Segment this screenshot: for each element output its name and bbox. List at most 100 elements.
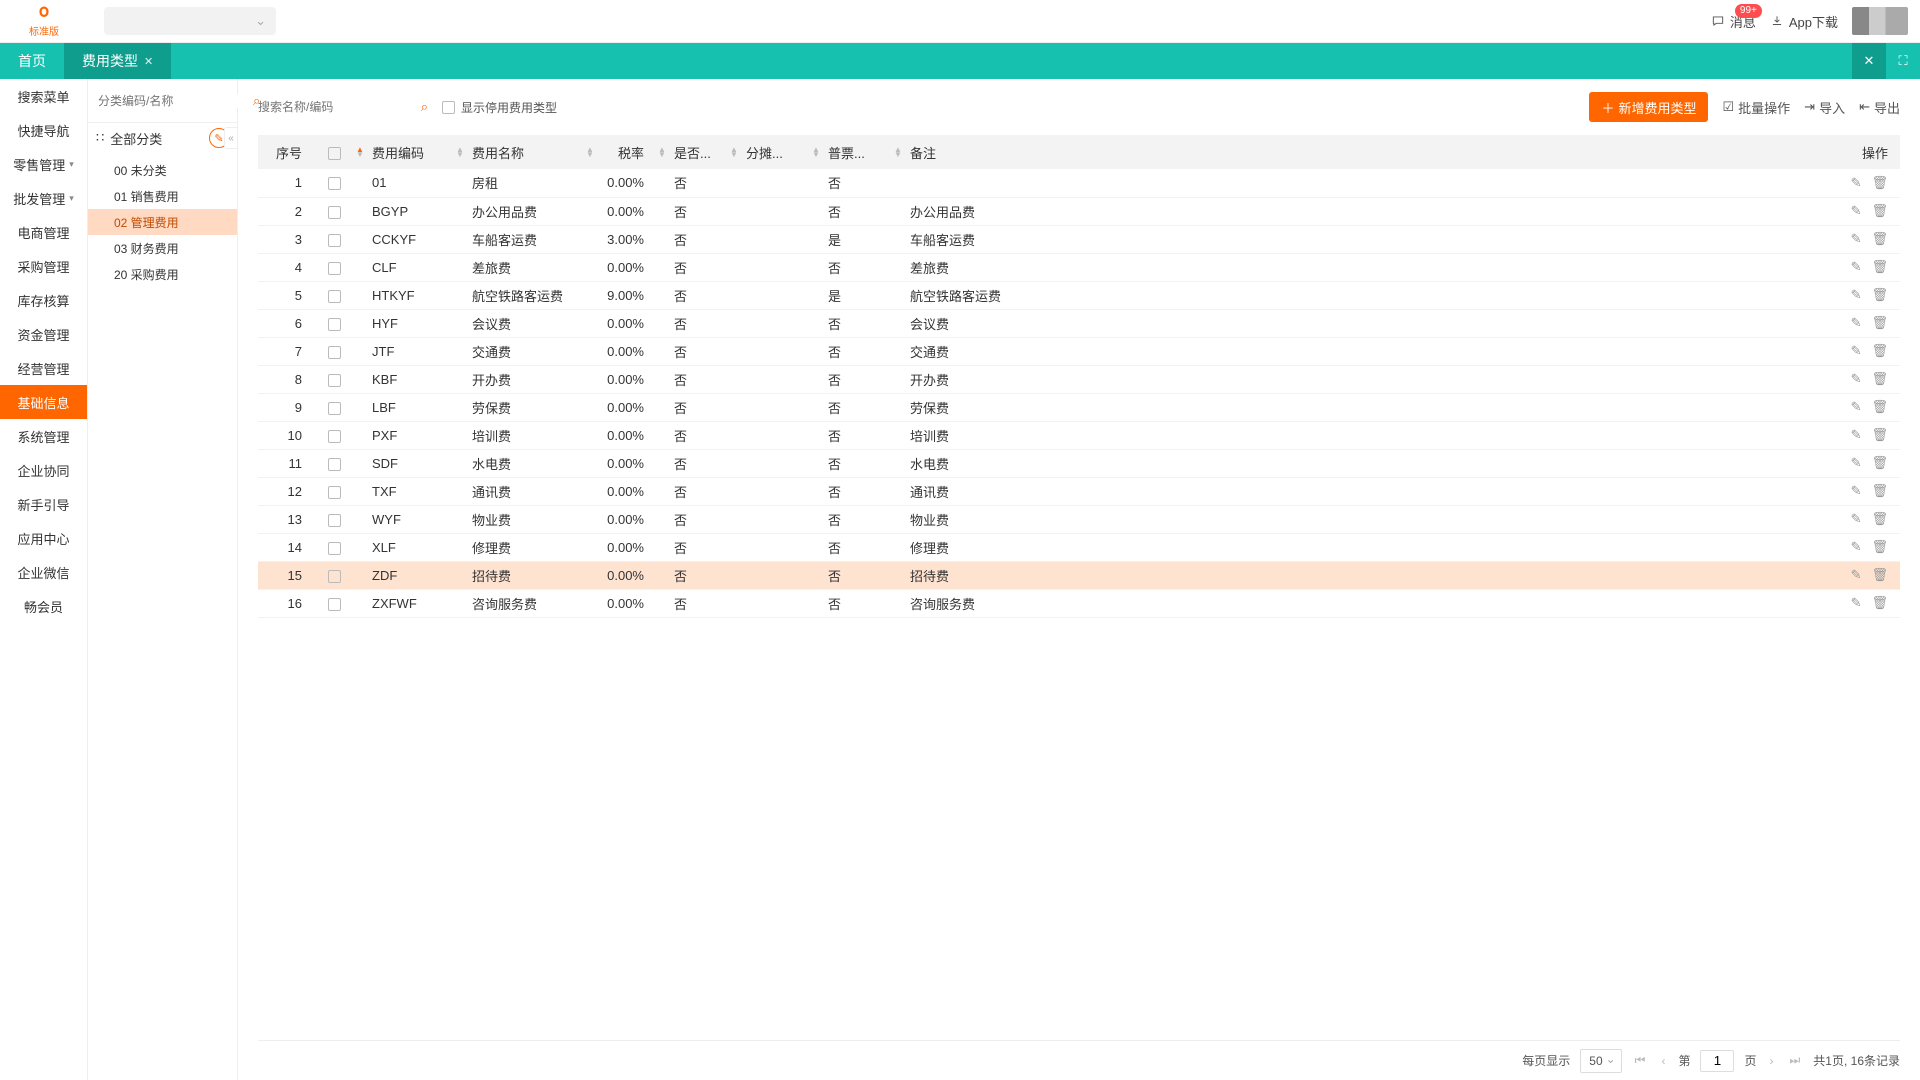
delete-icon[interactable]: 🗑	[1871, 203, 1888, 218]
show-disabled-toggle[interactable]: 显示停用费用类型	[442, 99, 557, 116]
edit-icon[interactable]: ✎	[1851, 315, 1862, 330]
table-row[interactable]: 101房租0.00%否否✎🗑	[258, 169, 1900, 197]
delete-icon[interactable]: 🗑	[1871, 427, 1888, 442]
delete-icon[interactable]: 🗑	[1871, 259, 1888, 274]
edit-icon[interactable]: ✎	[1851, 483, 1862, 498]
table-row[interactable]: 7JTF交通费0.00%否否交通费✎🗑	[258, 337, 1900, 365]
sidebar-item[interactable]: 快捷导航	[0, 113, 87, 147]
table-row[interactable]: 5HTKYF航空铁路客运费9.00%否是航空铁路客运费✎🗑	[258, 281, 1900, 309]
table-row[interactable]: 12TXF通讯费0.00%否否通讯费✎🗑	[258, 477, 1900, 505]
col-isx[interactable]: ▲▼是否...	[656, 135, 728, 169]
search-icon[interactable]: ⌕	[421, 99, 428, 115]
delete-icon[interactable]: 🗑	[1871, 539, 1888, 554]
sidebar-item[interactable]: 企业微信	[0, 555, 87, 589]
cell-checkbox[interactable]	[314, 309, 354, 337]
table-row[interactable]: 2BGYP办公用品费0.00%否否办公用品费✎🗑	[258, 197, 1900, 225]
col-code[interactable]: ▲▼费用编码	[354, 135, 454, 169]
edit-icon[interactable]: ✎	[1851, 455, 1862, 470]
delete-icon[interactable]: 🗑	[1871, 231, 1888, 246]
edit-icon[interactable]: ✎	[1851, 259, 1862, 274]
pager-last-button[interactable]: ⏭	[1786, 1053, 1803, 1068]
sidebar-item[interactable]: 系统管理	[0, 419, 87, 453]
cell-checkbox[interactable]	[314, 393, 354, 421]
close-icon[interactable]: ✕	[144, 55, 153, 68]
messages-button[interactable]: 消息 99+	[1711, 12, 1756, 31]
edit-icon[interactable]: ✎	[1851, 231, 1862, 246]
col-inv[interactable]: ▲▼普票...	[810, 135, 892, 169]
category-all[interactable]: ∷ 全部分类 ✎	[88, 123, 237, 153]
sidebar-item[interactable]: 应用中心	[0, 521, 87, 555]
edit-icon[interactable]: ✎	[1851, 427, 1862, 442]
cell-checkbox[interactable]	[314, 533, 354, 561]
cell-checkbox[interactable]	[314, 337, 354, 365]
cell-checkbox[interactable]	[314, 225, 354, 253]
sidebar-item[interactable]: 资金管理	[0, 317, 87, 351]
cell-checkbox[interactable]	[314, 365, 354, 393]
category-search-input[interactable]	[98, 94, 253, 108]
search-icon[interactable]: ⌕	[253, 93, 260, 109]
sidebar-item[interactable]: 经营管理	[0, 351, 87, 385]
batch-action-button[interactable]: ☑ 批量操作	[1722, 98, 1790, 117]
pager-page-input[interactable]	[1700, 1050, 1734, 1072]
cell-checkbox[interactable]	[314, 197, 354, 225]
cell-checkbox[interactable]	[314, 449, 354, 477]
table-row[interactable]: 11SDF水电费0.00%否否水电费✎🗑	[258, 449, 1900, 477]
delete-icon[interactable]: 🗑	[1871, 455, 1888, 470]
table-row[interactable]: 8KBF开办费0.00%否否开办费✎🗑	[258, 365, 1900, 393]
col-note[interactable]: ▲▼备注	[892, 135, 1810, 169]
col-seq[interactable]: 序号	[258, 135, 314, 169]
tab-fee-type[interactable]: 费用类型 ✕	[64, 43, 171, 79]
sidebar-item[interactable]: 库存核算	[0, 283, 87, 317]
cell-checkbox[interactable]	[314, 477, 354, 505]
pager-first-button[interactable]: ⏮	[1632, 1053, 1649, 1068]
edit-icon[interactable]: ✎	[1851, 511, 1862, 526]
sidebar-item[interactable]: 零售管理▾	[0, 147, 87, 181]
edit-icon[interactable]: ✎	[1851, 343, 1862, 358]
col-checkbox[interactable]	[314, 135, 354, 169]
cell-checkbox[interactable]	[314, 421, 354, 449]
table-row[interactable]: 13WYF物业费0.00%否否物业费✎🗑	[258, 505, 1900, 533]
window-expand-button[interactable]: ⛶	[1886, 43, 1920, 79]
export-button[interactable]: ⇤ 导出	[1859, 98, 1900, 117]
category-item[interactable]: 20 采购费用	[88, 261, 237, 287]
delete-icon[interactable]: 🗑	[1871, 483, 1888, 498]
delete-icon[interactable]: 🗑	[1871, 371, 1888, 386]
sidebar-item[interactable]: 批发管理▾	[0, 181, 87, 215]
edit-icon[interactable]: ✎	[1851, 399, 1862, 414]
sidebar-item[interactable]: 电商管理	[0, 215, 87, 249]
pager-prev-button[interactable]: ‹	[1658, 1054, 1668, 1068]
table-row[interactable]: 10PXF培训费0.00%否否培训费✎🗑	[258, 421, 1900, 449]
category-item[interactable]: 03 财务费用	[88, 235, 237, 261]
cell-checkbox[interactable]	[314, 169, 354, 197]
add-fee-type-button[interactable]: ＋ 新增费用类型	[1589, 92, 1708, 122]
col-rate[interactable]: ▲▼税率	[584, 135, 656, 169]
per-page-select[interactable]: 50	[1580, 1049, 1621, 1073]
delete-icon[interactable]: 🗑	[1871, 343, 1888, 358]
table-row[interactable]: 3CCKYF车船客运费3.00%否是车船客运费✎🗑	[258, 225, 1900, 253]
delete-icon[interactable]: 🗑	[1871, 399, 1888, 414]
cell-checkbox[interactable]	[314, 281, 354, 309]
delete-icon[interactable]: 🗑	[1871, 511, 1888, 526]
category-collapse-button[interactable]: «	[224, 127, 238, 149]
delete-icon[interactable]: 🗑	[1871, 567, 1888, 582]
edit-icon[interactable]: ✎	[1851, 287, 1862, 302]
delete-icon[interactable]: 🗑	[1871, 595, 1888, 610]
pager-next-button[interactable]: ›	[1766, 1054, 1776, 1068]
sidebar-item[interactable]: 搜索菜单	[0, 79, 87, 113]
category-item[interactable]: 02 管理费用	[88, 209, 237, 235]
category-item[interactable]: 01 销售费用	[88, 183, 237, 209]
edit-icon[interactable]: ✎	[1851, 175, 1862, 190]
sidebar-item[interactable]: 企业协同	[0, 453, 87, 487]
app-download-button[interactable]: App下载	[1770, 12, 1838, 31]
table-row[interactable]: 14XLF修理费0.00%否否修理费✎🗑	[258, 533, 1900, 561]
delete-icon[interactable]: 🗑	[1871, 287, 1888, 302]
cell-checkbox[interactable]	[314, 253, 354, 281]
window-close-button[interactable]: ✕	[1852, 43, 1886, 79]
edit-icon[interactable]: ✎	[1851, 539, 1862, 554]
cell-checkbox[interactable]	[314, 505, 354, 533]
table-row[interactable]: 6HYF会议费0.00%否否会议费✎🗑	[258, 309, 1900, 337]
delete-icon[interactable]: 🗑	[1871, 315, 1888, 330]
col-share[interactable]: ▲▼分摊...	[728, 135, 810, 169]
sidebar-item[interactable]: 基础信息	[0, 385, 87, 419]
tab-home[interactable]: 首页	[0, 43, 64, 79]
